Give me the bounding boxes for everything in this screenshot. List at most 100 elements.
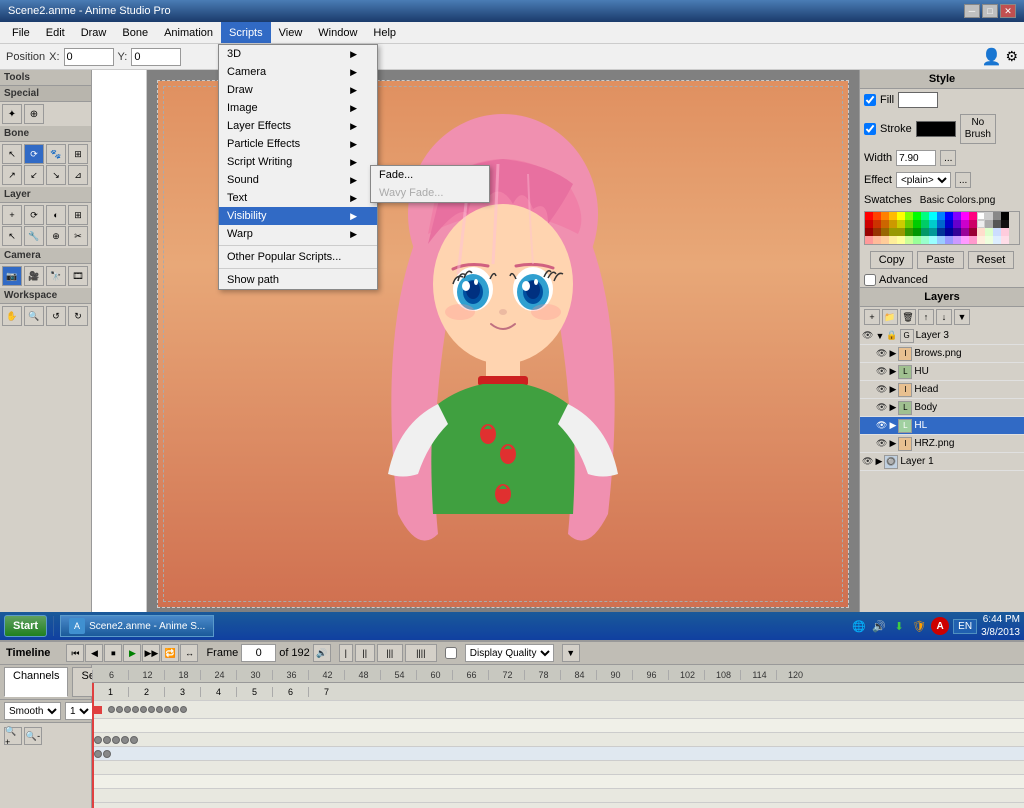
swatch[interactable] [929, 220, 937, 228]
tool-1[interactable]: ✦ [2, 104, 22, 124]
swatch[interactable] [889, 236, 897, 244]
track-dot[interactable] [112, 736, 120, 744]
swatch[interactable] [945, 236, 953, 244]
width-options-button[interactable]: ... [940, 150, 956, 166]
lock-icon[interactable]: 🔒 [886, 330, 897, 341]
swatch[interactable] [937, 228, 945, 236]
camera-tool-1[interactable]: 📷 [2, 266, 22, 286]
layer-tool-6[interactable]: 🔧 [24, 226, 44, 246]
tool-2[interactable]: ⊕ [24, 104, 44, 124]
view-4-button[interactable]: |||| [405, 644, 437, 662]
x-input[interactable] [64, 48, 114, 66]
swatch[interactable] [865, 220, 873, 228]
swatch[interactable] [985, 236, 993, 244]
start-button[interactable]: Start [4, 615, 47, 637]
swatch[interactable] [865, 212, 873, 220]
menu-script-writing[interactable]: Script Writing▶ [219, 153, 377, 171]
eye-icon[interactable]: 👁 [876, 348, 887, 359]
layer-options-button[interactable]: ▼ [954, 309, 970, 325]
swatch[interactable] [913, 212, 921, 220]
swatch[interactable] [921, 236, 929, 244]
layer-tool-5[interactable]: ↖ [2, 226, 22, 246]
step-forward-button[interactable]: ▶▶ [142, 644, 160, 662]
frame-input[interactable] [241, 644, 276, 662]
track-dot[interactable] [94, 750, 102, 758]
track-dot[interactable] [124, 706, 131, 713]
workspace-tool-2[interactable]: 🔍 [24, 306, 44, 326]
menu-camera[interactable]: Camera▶ [219, 63, 377, 81]
smooth-select[interactable]: Smooth [4, 702, 61, 720]
track-dot[interactable] [130, 736, 138, 744]
track-dot[interactable] [94, 736, 102, 744]
swatch[interactable] [961, 212, 969, 220]
swatch[interactable] [937, 236, 945, 244]
menu-file[interactable]: File [4, 22, 38, 43]
workspace-tool-3[interactable]: ↺ [46, 306, 66, 326]
track-dot[interactable] [103, 736, 111, 744]
eye-icon[interactable]: 👁 [862, 330, 873, 341]
menu-show-path[interactable]: Show path [219, 271, 377, 289]
menu-draw[interactable]: Draw [73, 22, 115, 43]
effect-options-button[interactable]: ... [955, 172, 971, 188]
menu-3d[interactable]: 3D▶ [219, 45, 377, 63]
track-dot[interactable] [116, 706, 123, 713]
layer-up-button[interactable]: ↑ [918, 309, 934, 325]
camera-tool-2[interactable]: 🎥 [24, 266, 44, 286]
submenu-wavy-fade[interactable]: Wavy Fade... [371, 184, 489, 202]
swatch[interactable] [897, 212, 905, 220]
track-dot[interactable] [172, 706, 179, 713]
swatch[interactable] [953, 228, 961, 236]
eye-icon[interactable]: 👁 [876, 402, 887, 413]
swatch[interactable] [969, 236, 977, 244]
swatch[interactable] [953, 212, 961, 220]
bone-tool-8[interactable]: ⊿ [68, 165, 88, 185]
reset-button[interactable]: Reset [968, 251, 1015, 269]
swatch[interactable] [961, 228, 969, 236]
track-dot[interactable] [132, 706, 139, 713]
swatch[interactable] [897, 220, 905, 228]
swatch[interactable] [897, 236, 905, 244]
volume-icon[interactable]: 🔊 [871, 618, 887, 634]
loop-button[interactable]: 🔁 [161, 644, 179, 662]
menu-layer-effects[interactable]: Layer Effects▶ [219, 117, 377, 135]
swatch[interactable] [1001, 212, 1009, 220]
layer-item-hrz[interactable]: 👁 ▶ I HRZ.png [860, 435, 1024, 453]
track-dot[interactable] [148, 706, 155, 713]
settings-icon[interactable]: ⚙ [1005, 48, 1018, 65]
swatch[interactable] [977, 236, 985, 244]
swatch[interactable] [993, 220, 1001, 228]
swatch[interactable] [905, 236, 913, 244]
layer-tool-4[interactable]: ⊞ [68, 205, 88, 225]
bone-tool-1[interactable]: ↖ [2, 144, 22, 164]
swatch[interactable] [937, 220, 945, 228]
playback-speed-select[interactable]: 1 [65, 702, 93, 720]
eye-icon[interactable]: 👁 [876, 420, 887, 431]
stroke-color-box[interactable] [916, 121, 956, 137]
swatch[interactable] [873, 212, 881, 220]
audio-button[interactable]: 🔊 [313, 644, 331, 662]
menu-other-scripts[interactable]: Other Popular Scripts... [219, 248, 377, 266]
menu-sound[interactable]: Sound▶ [219, 171, 377, 189]
step-back-button[interactable]: ◀ [85, 644, 103, 662]
minimize-button[interactable]: ─ [964, 4, 980, 18]
menu-animation[interactable]: Animation [156, 22, 221, 43]
swatch[interactable] [929, 236, 937, 244]
view-3-button[interactable]: ||| [377, 644, 403, 662]
swatch[interactable] [977, 228, 985, 236]
tab-channels[interactable]: Channels [4, 667, 68, 697]
swatch[interactable] [881, 220, 889, 228]
swatch[interactable] [921, 228, 929, 236]
camera-tool-3[interactable]: 🔭 [46, 266, 66, 286]
width-input[interactable] [896, 150, 936, 166]
swatch[interactable] [881, 228, 889, 236]
layer-new-button[interactable]: + [864, 309, 880, 325]
layer-tool-7[interactable]: ⊕ [46, 226, 66, 246]
swatch[interactable] [865, 228, 873, 236]
swatch[interactable] [1001, 236, 1009, 244]
swatch[interactable] [993, 228, 1001, 236]
swatch[interactable] [993, 236, 1001, 244]
menu-image[interactable]: Image▶ [219, 99, 377, 117]
swatch[interactable] [897, 228, 905, 236]
swatch[interactable] [929, 228, 937, 236]
restore-button[interactable]: □ [982, 4, 998, 18]
